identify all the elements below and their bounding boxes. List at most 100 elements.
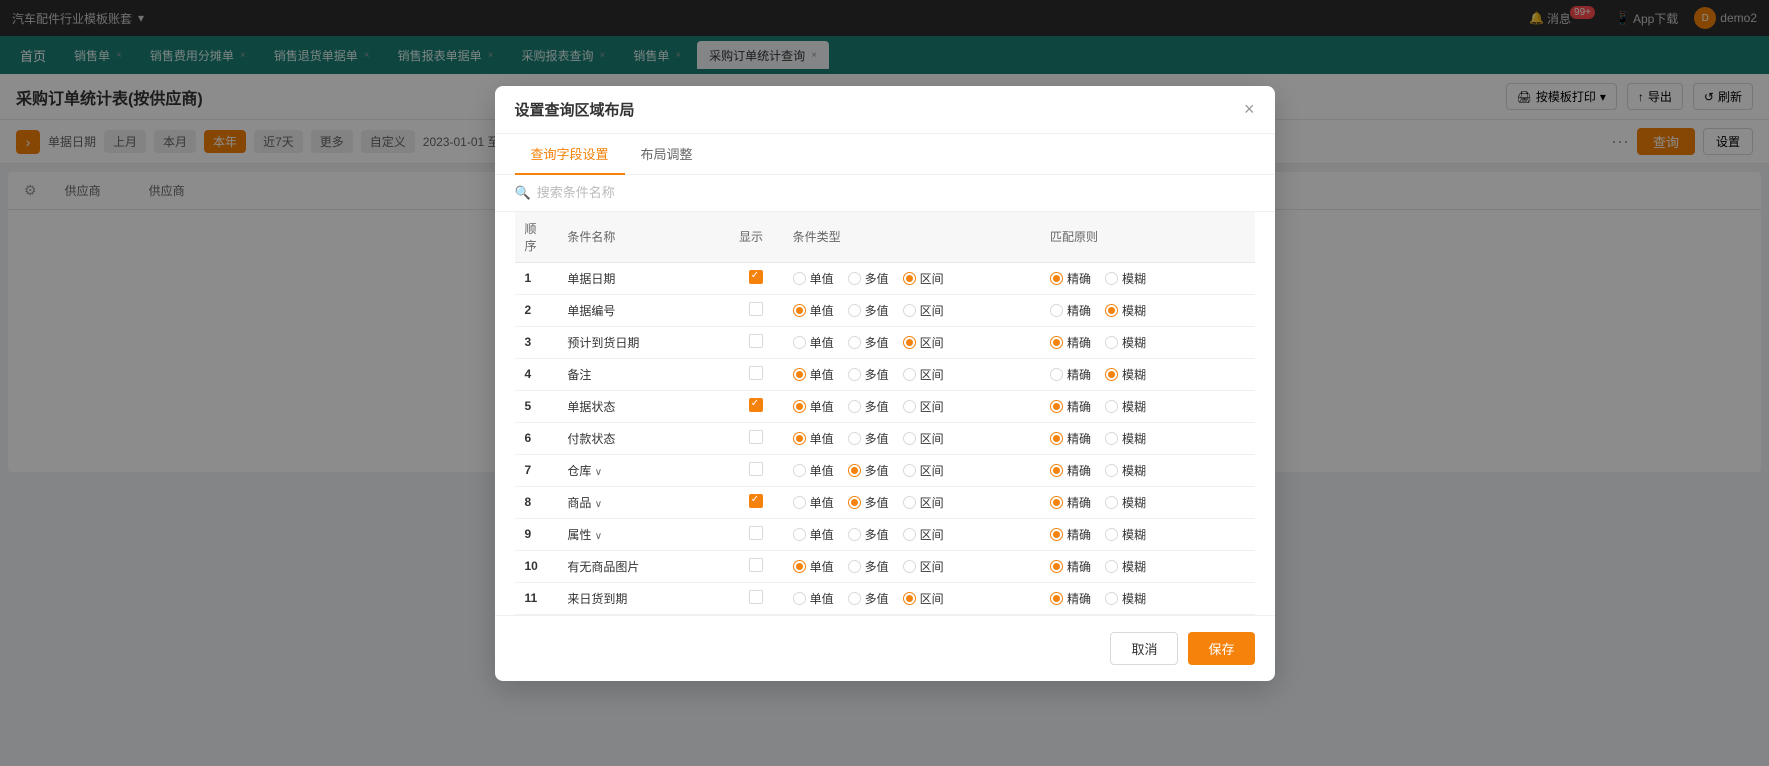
type-range-radio[interactable] bbox=[903, 560, 916, 573]
match-exact-label[interactable]: 精确 bbox=[1050, 462, 1091, 479]
type-multi-label[interactable]: 多值 bbox=[848, 462, 889, 479]
type-single-radio[interactable] bbox=[793, 368, 806, 381]
match-fuzzy-label[interactable]: 模糊 bbox=[1105, 462, 1146, 479]
display-checkbox[interactable] bbox=[749, 494, 763, 508]
type-range-radio[interactable] bbox=[903, 272, 916, 285]
match-fuzzy-label[interactable]: 模糊 bbox=[1105, 526, 1146, 543]
match-fuzzy-radio[interactable] bbox=[1105, 560, 1118, 573]
match-fuzzy-label[interactable]: 模糊 bbox=[1105, 558, 1146, 575]
match-fuzzy-label[interactable]: 模糊 bbox=[1105, 270, 1146, 287]
match-fuzzy-radio[interactable] bbox=[1105, 400, 1118, 413]
display-checkbox[interactable] bbox=[749, 398, 763, 412]
type-range-label[interactable]: 区间 bbox=[903, 302, 944, 319]
type-multi-label[interactable]: 多值 bbox=[848, 366, 889, 383]
match-exact-radio[interactable] bbox=[1050, 336, 1063, 349]
type-single-label[interactable]: 单值 bbox=[793, 270, 834, 287]
type-single-radio[interactable] bbox=[793, 560, 806, 573]
match-exact-label[interactable]: 精确 bbox=[1050, 398, 1091, 415]
type-range-label[interactable]: 区间 bbox=[903, 398, 944, 415]
type-multi-label[interactable]: 多值 bbox=[848, 270, 889, 287]
match-fuzzy-label[interactable]: 模糊 bbox=[1105, 334, 1146, 351]
type-range-radio[interactable] bbox=[903, 592, 916, 605]
type-single-radio[interactable] bbox=[793, 496, 806, 509]
display-checkbox[interactable] bbox=[749, 302, 763, 316]
display-checkbox[interactable] bbox=[749, 366, 763, 380]
match-fuzzy-radio[interactable] bbox=[1105, 336, 1118, 349]
match-exact-radio[interactable] bbox=[1050, 528, 1063, 541]
type-multi-radio[interactable] bbox=[848, 400, 861, 413]
display-checkbox[interactable] bbox=[749, 334, 763, 348]
match-fuzzy-radio[interactable] bbox=[1105, 368, 1118, 381]
match-exact-label[interactable]: 精确 bbox=[1050, 558, 1091, 575]
type-single-label[interactable]: 单值 bbox=[793, 558, 834, 575]
type-single-radio[interactable] bbox=[793, 592, 806, 605]
type-multi-radio[interactable] bbox=[848, 560, 861, 573]
display-checkbox[interactable] bbox=[749, 270, 763, 284]
type-multi-radio[interactable] bbox=[848, 432, 861, 445]
match-exact-radio[interactable] bbox=[1050, 368, 1063, 381]
dropdown-arrow-icon[interactable]: ∨ bbox=[595, 499, 602, 510]
match-exact-label[interactable]: 精确 bbox=[1050, 430, 1091, 447]
match-fuzzy-label[interactable]: 模糊 bbox=[1105, 430, 1146, 447]
save-btn[interactable]: 保存 bbox=[1188, 632, 1254, 665]
type-single-label[interactable]: 单值 bbox=[793, 494, 834, 511]
match-fuzzy-radio[interactable] bbox=[1105, 432, 1118, 445]
type-multi-radio[interactable] bbox=[848, 368, 861, 381]
match-exact-label[interactable]: 精确 bbox=[1050, 590, 1091, 607]
type-range-radio[interactable] bbox=[903, 496, 916, 509]
type-multi-radio[interactable] bbox=[848, 336, 861, 349]
type-range-label[interactable]: 区间 bbox=[903, 430, 944, 447]
type-range-label[interactable]: 区间 bbox=[903, 558, 944, 575]
type-single-radio[interactable] bbox=[793, 464, 806, 477]
type-range-label[interactable]: 区间 bbox=[903, 526, 944, 543]
type-range-label[interactable]: 区间 bbox=[903, 494, 944, 511]
match-fuzzy-radio[interactable] bbox=[1105, 528, 1118, 541]
type-multi-label[interactable]: 多值 bbox=[848, 430, 889, 447]
match-exact-label[interactable]: 精确 bbox=[1050, 302, 1091, 319]
match-exact-radio[interactable] bbox=[1050, 464, 1063, 477]
match-fuzzy-radio[interactable] bbox=[1105, 272, 1118, 285]
dropdown-arrow-icon[interactable]: ∨ bbox=[595, 531, 602, 542]
match-exact-radio[interactable] bbox=[1050, 592, 1063, 605]
display-checkbox[interactable] bbox=[749, 430, 763, 444]
type-range-label[interactable]: 区间 bbox=[903, 270, 944, 287]
search-input[interactable] bbox=[537, 185, 737, 200]
type-multi-label[interactable]: 多值 bbox=[848, 398, 889, 415]
type-single-label[interactable]: 单值 bbox=[793, 366, 834, 383]
type-range-radio[interactable] bbox=[903, 432, 916, 445]
type-multi-radio[interactable] bbox=[848, 496, 861, 509]
type-single-label[interactable]: 单值 bbox=[793, 430, 834, 447]
type-multi-radio[interactable] bbox=[848, 304, 861, 317]
type-multi-label[interactable]: 多值 bbox=[848, 334, 889, 351]
type-single-radio[interactable] bbox=[793, 304, 806, 317]
type-range-radio[interactable] bbox=[903, 336, 916, 349]
type-range-radio[interactable] bbox=[903, 304, 916, 317]
match-fuzzy-radio[interactable] bbox=[1105, 304, 1118, 317]
type-multi-label[interactable]: 多值 bbox=[848, 302, 889, 319]
type-single-radio[interactable] bbox=[793, 528, 806, 541]
match-exact-radio[interactable] bbox=[1050, 560, 1063, 573]
match-fuzzy-label[interactable]: 模糊 bbox=[1105, 398, 1146, 415]
match-exact-radio[interactable] bbox=[1050, 272, 1063, 285]
type-single-label[interactable]: 单值 bbox=[793, 334, 834, 351]
type-single-label[interactable]: 单值 bbox=[793, 590, 834, 607]
match-exact-radio[interactable] bbox=[1050, 432, 1063, 445]
type-multi-radio[interactable] bbox=[848, 464, 861, 477]
match-fuzzy-label[interactable]: 模糊 bbox=[1105, 302, 1146, 319]
type-range-label[interactable]: 区间 bbox=[903, 334, 944, 351]
display-checkbox[interactable] bbox=[749, 590, 763, 604]
match-exact-label[interactable]: 精确 bbox=[1050, 366, 1091, 383]
match-exact-radio[interactable] bbox=[1050, 496, 1063, 509]
type-range-radio[interactable] bbox=[903, 464, 916, 477]
match-fuzzy-radio[interactable] bbox=[1105, 496, 1118, 509]
type-single-radio[interactable] bbox=[793, 336, 806, 349]
type-single-label[interactable]: 单值 bbox=[793, 526, 834, 543]
type-range-label[interactable]: 区间 bbox=[903, 590, 944, 607]
type-single-label[interactable]: 单值 bbox=[793, 398, 834, 415]
type-range-label[interactable]: 区间 bbox=[903, 366, 944, 383]
type-multi-radio[interactable] bbox=[848, 528, 861, 541]
display-checkbox[interactable] bbox=[749, 526, 763, 540]
match-exact-label[interactable]: 精确 bbox=[1050, 526, 1091, 543]
type-single-label[interactable]: 单值 bbox=[793, 462, 834, 479]
type-multi-label[interactable]: 多值 bbox=[848, 590, 889, 607]
